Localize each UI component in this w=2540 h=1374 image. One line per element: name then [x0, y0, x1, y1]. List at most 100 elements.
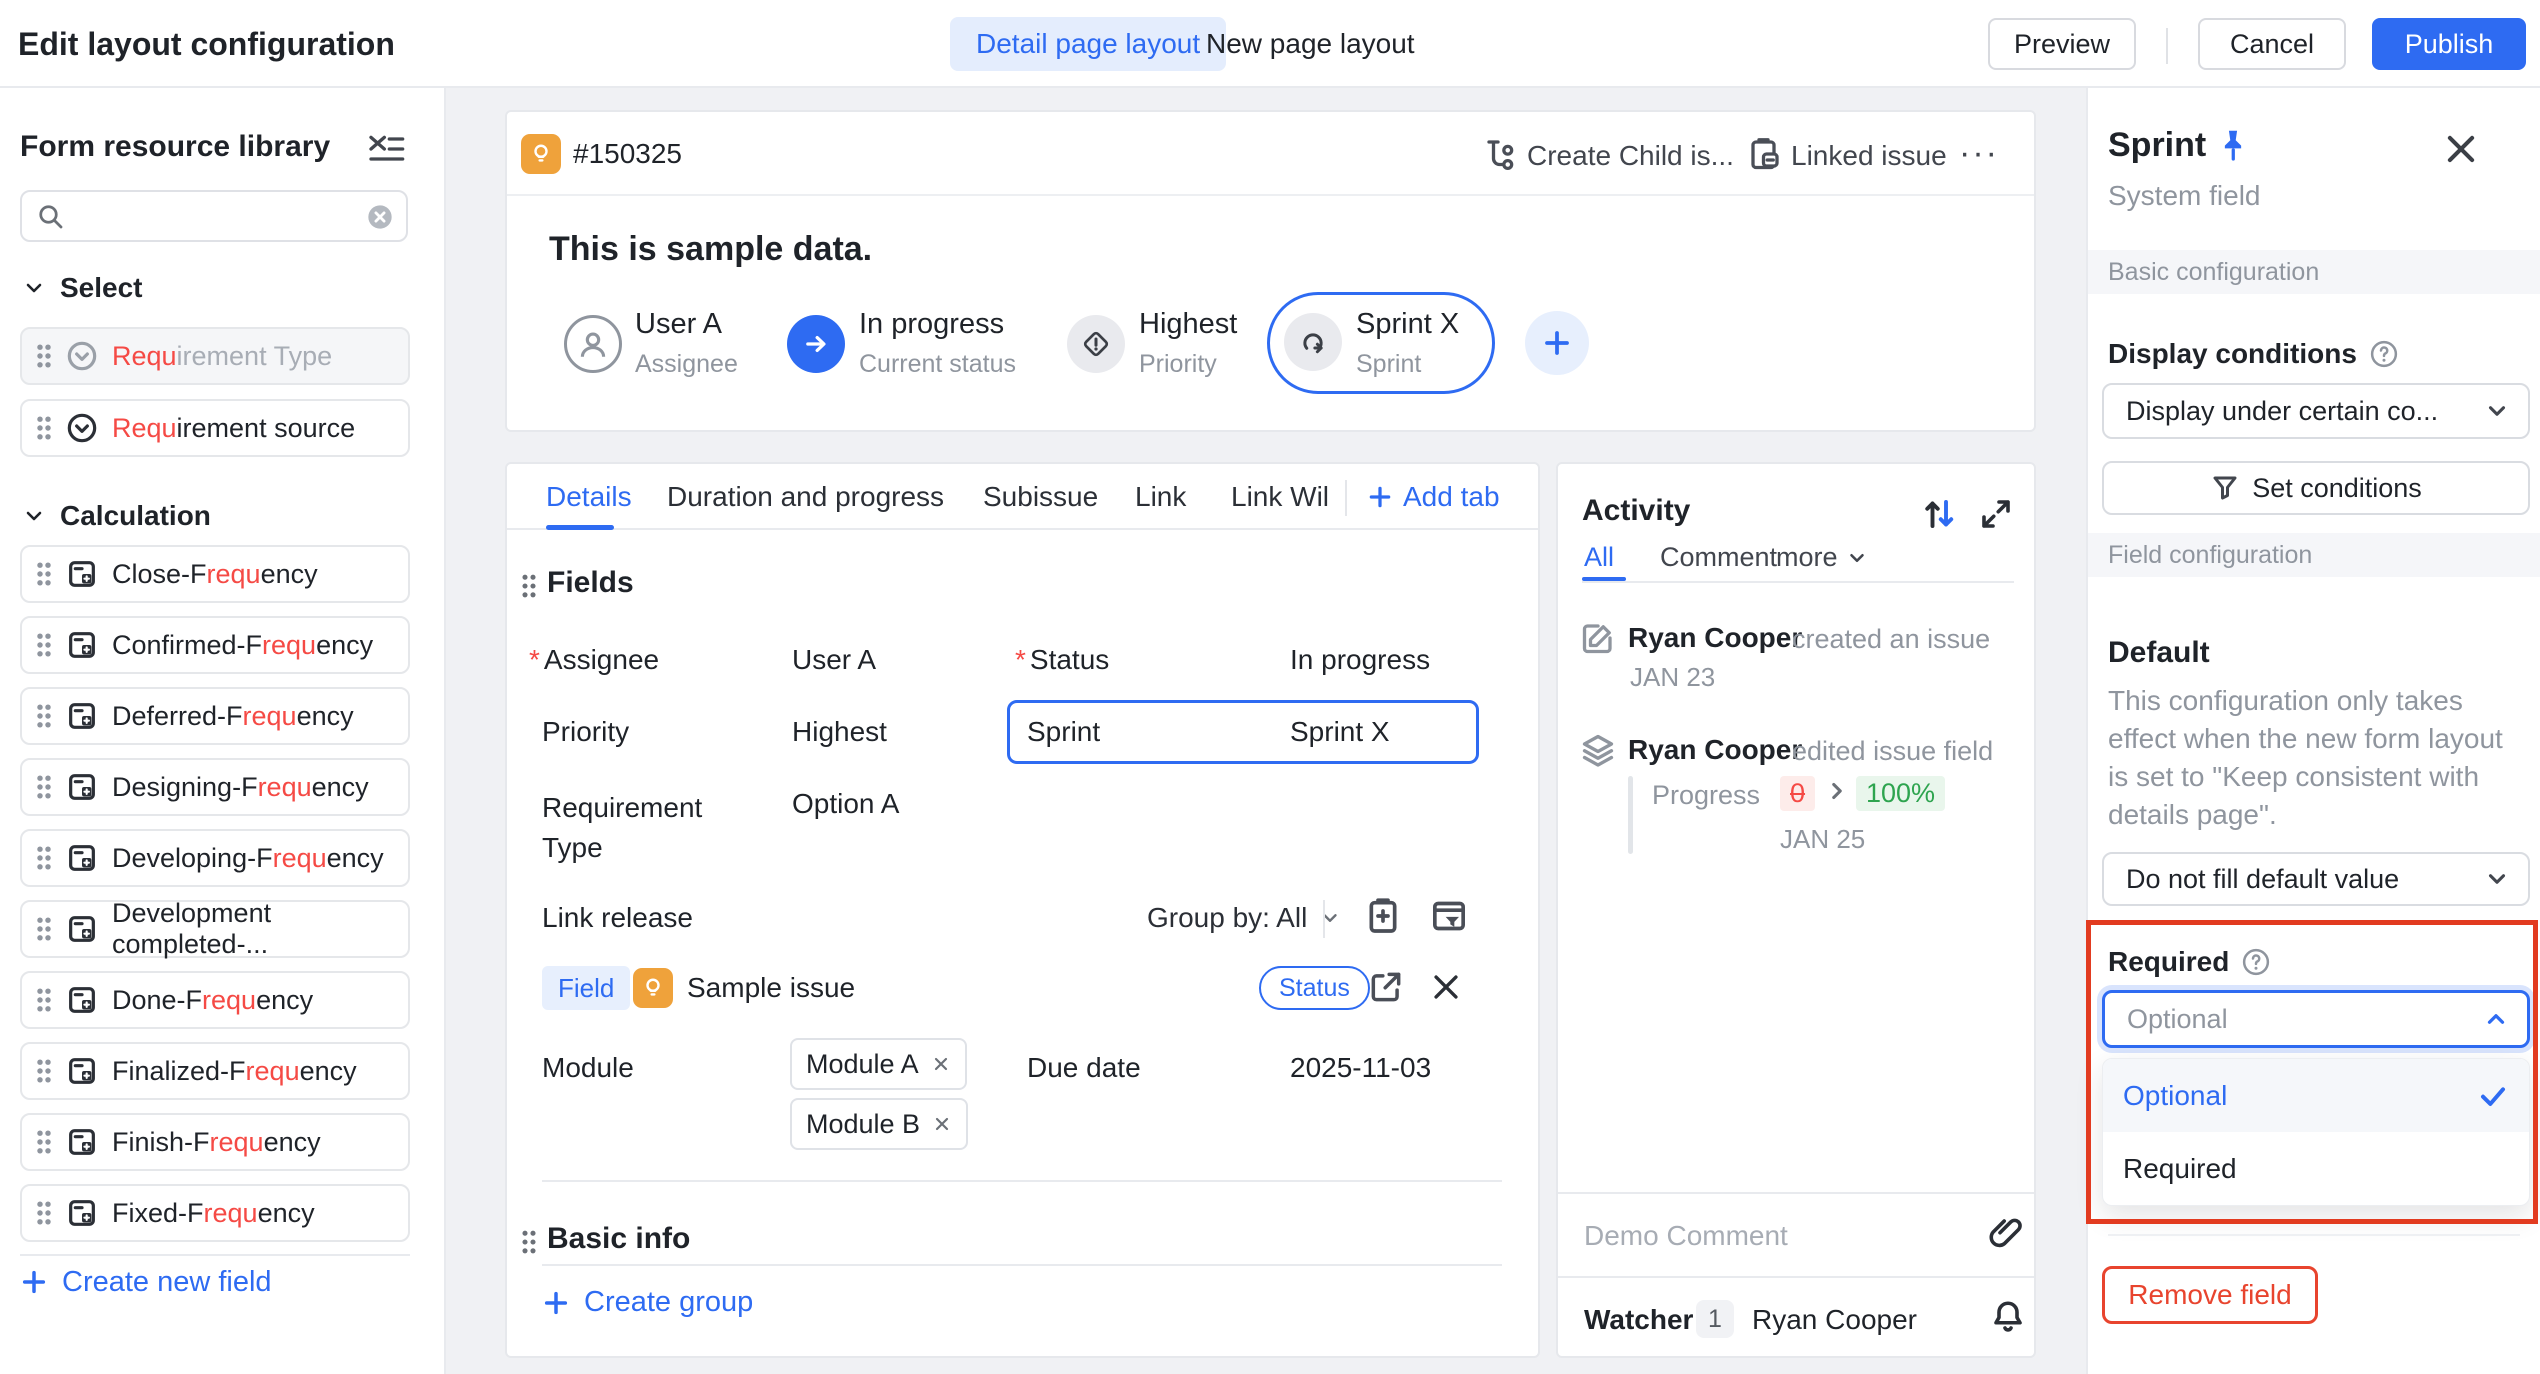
watcher-count-badge[interactable]: 1: [1696, 1300, 1734, 1338]
drag-handle-icon[interactable]: [36, 845, 52, 871]
dropdown-option-required[interactable]: Required: [2103, 1132, 2529, 1205]
attachment-icon[interactable]: [1988, 1214, 2024, 1250]
section-select[interactable]: Select: [22, 272, 143, 304]
view-filter-icon[interactable]: [1429, 896, 1469, 936]
priority-icon[interactable]: [1067, 315, 1125, 373]
save-view-icon[interactable]: [1363, 896, 1403, 936]
tab-detail-page-layout[interactable]: Detail page layout: [950, 17, 1227, 71]
create-child-issue-icon[interactable]: [1483, 136, 1519, 172]
drag-handle-icon[interactable]: [36, 1129, 52, 1155]
preview-button[interactable]: Preview: [1988, 18, 2136, 70]
status-value[interactable]: In progress: [859, 308, 1004, 341]
activity-user-name[interactable]: Ryan Cooper: [1628, 734, 1802, 766]
watcher-name[interactable]: Ryan Cooper: [1752, 1304, 1917, 1336]
cancel-button[interactable]: Cancel: [2198, 18, 2346, 70]
sort-icon[interactable]: [1920, 496, 1960, 532]
default-value-select[interactable]: Do not fill default value: [2102, 852, 2530, 906]
drag-handle-icon[interactable]: [36, 561, 52, 587]
library-field-item[interactable]: Finish-Frequency: [20, 1113, 410, 1171]
drag-handle-icon[interactable]: [521, 1228, 537, 1256]
link-release-label[interactable]: Link release: [542, 902, 693, 934]
required-select-open[interactable]: Optional: [2102, 990, 2530, 1048]
due-date-field-label[interactable]: Due date: [1027, 1052, 1141, 1084]
status-column-pill[interactable]: Status: [1259, 966, 1370, 1010]
dropdown-option-optional[interactable]: Optional: [2103, 1059, 2529, 1132]
drag-handle-icon[interactable]: [36, 343, 52, 369]
open-in-new-icon[interactable]: [1367, 968, 1405, 1006]
requirement-type-field-label[interactable]: Requirement Type: [542, 788, 702, 868]
module-chip-b[interactable]: Module B: [790, 1098, 969, 1150]
comment-input[interactable]: Demo Comment: [1584, 1220, 1788, 1252]
status-field-label[interactable]: * Status: [1015, 644, 1109, 676]
status-field-value[interactable]: In progress: [1290, 644, 1430, 676]
tab-link[interactable]: Link: [1135, 481, 1186, 513]
requirement-type-field-value[interactable]: Option A: [792, 788, 899, 820]
library-field-item[interactable]: Confirmed-Frequency: [20, 616, 410, 674]
expand-icon[interactable]: [1978, 496, 2014, 532]
sprint-field-value[interactable]: Sprint X: [1290, 716, 1390, 748]
remove-sample-issue-icon[interactable]: [1429, 970, 1463, 1004]
display-conditions-select[interactable]: Display under certain co...: [2102, 383, 2530, 439]
library-field-requirement-type[interactable]: Requirement Type: [20, 327, 410, 385]
library-field-item[interactable]: Close-Frequency: [20, 545, 410, 603]
status-icon[interactable]: [787, 315, 845, 373]
sprint-field-label[interactable]: Sprint: [1027, 716, 1100, 748]
add-tab-button[interactable]: Add tab: [1367, 481, 1500, 513]
activity-tab-more[interactable]: more: [1776, 542, 1868, 573]
library-field-item[interactable]: Done-Frequency: [20, 971, 410, 1029]
more-actions-icon[interactable]: ···: [1959, 134, 1999, 173]
assignee-field-value[interactable]: User A: [792, 644, 876, 676]
library-field-item[interactable]: Fixed-Frequency: [20, 1184, 410, 1242]
priority-field-label[interactable]: Priority: [542, 716, 629, 748]
create-new-field-link[interactable]: Create new field: [20, 1260, 272, 1304]
section-calculation[interactable]: Calculation: [22, 500, 211, 532]
assignee-value[interactable]: User A: [635, 308, 722, 341]
tab-new-page-layout[interactable]: New page layout: [1206, 17, 1415, 71]
library-field-item[interactable]: Deferred-Frequency: [20, 687, 410, 745]
collapse-panel-icon[interactable]: [366, 132, 406, 166]
priority-value[interactable]: Highest: [1139, 308, 1237, 341]
add-field-chip-button[interactable]: [1525, 311, 1589, 375]
library-field-item[interactable]: Designing-Frequency: [20, 758, 410, 816]
drag-handle-icon[interactable]: [36, 703, 52, 729]
pin-icon[interactable]: [2216, 128, 2250, 166]
tab-link-wil[interactable]: Link Wil: [1231, 481, 1329, 513]
library-search-input[interactable]: [20, 190, 408, 242]
sprint-chip-selected[interactable]: Sprint X Sprint: [1267, 292, 1495, 394]
linked-issue-icon[interactable]: [1747, 136, 1783, 172]
drag-handle-icon[interactable]: [36, 1058, 52, 1084]
tab-subissue[interactable]: Subissue: [983, 481, 1098, 513]
drag-handle-icon[interactable]: [36, 987, 52, 1013]
library-field-item[interactable]: Developing-Frequency: [20, 829, 410, 887]
close-panel-icon[interactable]: [2442, 130, 2480, 168]
drag-handle-icon[interactable]: [36, 916, 52, 942]
publish-button[interactable]: Publish: [2372, 18, 2526, 70]
due-date-field-value[interactable]: 2025-11-03: [1290, 1052, 1431, 1084]
drag-handle-icon[interactable]: [36, 774, 52, 800]
drag-handle-icon[interactable]: [521, 572, 537, 600]
remove-field-button[interactable]: Remove field: [2102, 1266, 2318, 1324]
set-conditions-button[interactable]: Set conditions: [2102, 461, 2530, 515]
clear-search-icon[interactable]: [366, 203, 394, 231]
module-field-label[interactable]: Module: [542, 1052, 634, 1084]
library-field-item[interactable]: Development completed-...: [20, 898, 410, 959]
tab-duration-and-progress[interactable]: Duration and progress: [667, 481, 944, 513]
activity-tab-comment[interactable]: Comment: [1660, 542, 1777, 573]
assignee-avatar[interactable]: [564, 315, 622, 373]
group-by-dropdown[interactable]: Group by: All: [1147, 902, 1341, 934]
tab-details[interactable]: Details: [546, 481, 632, 513]
library-field-requirement-source[interactable]: Requirement source: [20, 399, 410, 457]
sample-issue-title[interactable]: Sample issue: [687, 972, 855, 1004]
create-group-link[interactable]: Create group: [542, 1286, 753, 1319]
library-field-item[interactable]: Finalized-Frequency: [20, 1042, 410, 1100]
drag-handle-icon[interactable]: [36, 415, 52, 441]
assignee-field-label[interactable]: * Assignee: [529, 644, 659, 676]
activity-user-name[interactable]: Ryan Cooper: [1628, 622, 1802, 654]
module-chip-a[interactable]: Module A: [790, 1038, 967, 1090]
drag-handle-icon[interactable]: [36, 1200, 52, 1226]
activity-tab-all[interactable]: All: [1584, 542, 1614, 573]
priority-field-value[interactable]: Highest: [792, 716, 887, 748]
drag-handle-icon[interactable]: [36, 632, 52, 658]
create-child-issue-label[interactable]: Create Child is...: [1527, 140, 1734, 172]
bell-icon[interactable]: [1990, 1298, 2026, 1334]
